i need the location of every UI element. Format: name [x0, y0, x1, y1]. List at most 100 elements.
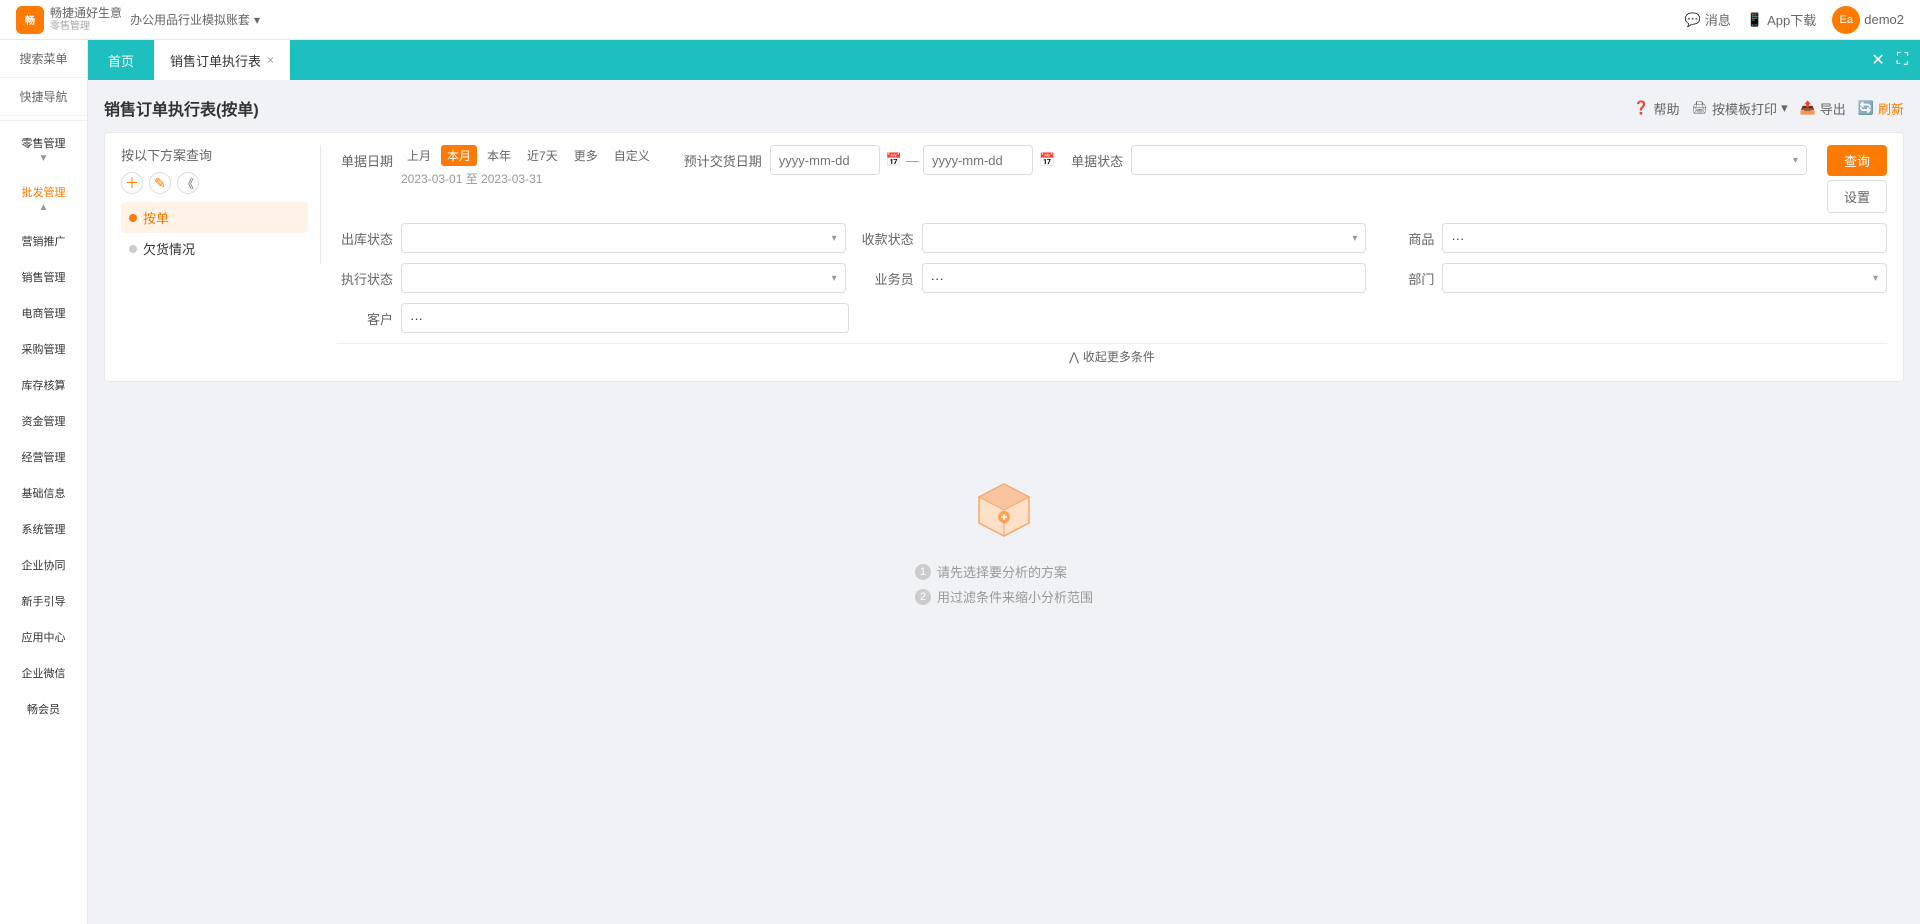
app-download-action[interactable]: 📱 App下载	[1747, 10, 1816, 29]
sidebar-item-retail[interactable]: 零售管理 ▼	[0, 125, 87, 174]
app-download-icon: 📱	[1747, 12, 1763, 28]
salesperson-select[interactable]: ···	[922, 263, 1367, 293]
sidebar-item-purchase[interactable]: 采购管理	[0, 331, 87, 367]
date-btn-last-7[interactable]: 近7天	[521, 145, 564, 166]
scheme-item-debt[interactable]: 欠货情况	[121, 233, 308, 264]
sidebar-item-apps[interactable]: 应用中心	[0, 619, 87, 655]
sidebar-quick-nav[interactable]: 快捷导航	[0, 78, 87, 116]
customer-dots: ···	[410, 311, 423, 326]
dept-select[interactable]: ▾	[1442, 263, 1887, 293]
empty-state: 1 请先选择要分析的方案 2 用过滤条件来缩小分析范围	[104, 394, 1904, 686]
date-quick-btns: 上月 本月 本年 近7天 更多 自定义	[401, 145, 656, 166]
collapse-bar[interactable]: ⋀ 收起更多条件	[337, 343, 1887, 369]
add-scheme-btn[interactable]: ＋	[121, 172, 143, 194]
exec-dropdown-icon: ▾	[832, 273, 837, 284]
expected-date-label: 预计交货日期	[684, 151, 762, 170]
customer-select[interactable]: ···	[401, 303, 849, 333]
scheme-item-by-order[interactable]: 按单	[121, 202, 308, 233]
collapse-scheme-btn[interactable]: 《	[177, 172, 199, 194]
date-btn-more[interactable]: 更多	[568, 145, 604, 166]
shipment-status-select[interactable]: ▾	[401, 223, 846, 253]
filter-section: 按以下方案查询 ＋ ✎ 《 按单 欠货情况	[121, 145, 1887, 369]
sidebar-item-operations[interactable]: 经营管理	[0, 439, 87, 475]
page-title: 销售订单执行表(按单)	[104, 96, 259, 120]
date-range-display: 2023-03-01 至 2023-03-31	[401, 170, 656, 187]
scheme-dot-gray	[129, 245, 137, 253]
sidebar-item-wholesale[interactable]: 批发管理 ▲	[0, 174, 87, 223]
calendar-from-icon[interactable]: 📅	[886, 152, 902, 168]
edit-scheme-btn[interactable]: ✎	[149, 172, 171, 194]
sidebar-item-member[interactable]: 畅会员	[0, 691, 87, 727]
receipt-status-select[interactable]: ▾	[922, 223, 1367, 253]
logo-abbr: 畅	[25, 12, 35, 27]
sidebar-search[interactable]: 搜索菜单	[0, 40, 87, 78]
wholesale-arrow-icon: ▲	[39, 202, 49, 213]
sidebar-item-system[interactable]: 系统管理	[0, 511, 87, 547]
sidebar-item-marketing[interactable]: 营销推广	[0, 223, 87, 259]
filter-scheme-panel: 按以下方案查询 ＋ ✎ 《 按单 欠货情况	[121, 145, 321, 264]
content-area: 首页 销售订单执行表 × ✕ ⛶ 销售订单执行表(按单) ❓ 帮助	[88, 40, 1920, 924]
top-bar: 畅 畅捷通好生意 零售管理 办公用品行业模拟账套 ▾ 💬 消息 📱 App下载 …	[0, 0, 1920, 40]
goods-select[interactable]: ···	[1442, 223, 1887, 253]
date-btn-this-month[interactable]: 本月	[441, 145, 477, 166]
search-button[interactable]: 查询	[1827, 145, 1887, 176]
sidebar-item-sales[interactable]: 销售管理	[0, 259, 87, 295]
date-field-label: 单据日期	[337, 145, 393, 170]
help-action[interactable]: ❓ 帮助	[1633, 99, 1679, 118]
sidebar-item-finance[interactable]: 资金管理	[0, 403, 87, 439]
expected-date-range: 📅 — 📅	[770, 145, 1055, 175]
date-btn-this-year[interactable]: 本年	[481, 145, 517, 166]
page-title-row: 销售订单执行表(按单) ❓ 帮助 🖨 按模板打印 ▾ 📤 导出	[104, 96, 1904, 120]
order-status-select[interactable]: ▾	[1131, 145, 1807, 175]
tab-sales-execution[interactable]: 销售订单执行表 ×	[154, 40, 290, 80]
empty-state-icon	[964, 474, 1044, 554]
print-action[interactable]: 🖨 按模板打印 ▾	[1692, 99, 1788, 118]
filter-row-1: 单据日期 上月 本月 本年 近7天 更多 自定义	[337, 145, 1887, 213]
expected-date-from[interactable]	[770, 145, 880, 175]
page-content: 销售订单执行表(按单) ❓ 帮助 🖨 按模板打印 ▾ 📤 导出	[88, 80, 1920, 924]
empty-hint-1: 1 请先选择要分析的方案	[915, 562, 1093, 581]
collapse-icon: ⋀	[1069, 350, 1079, 364]
goods-label: 商品	[1378, 229, 1434, 248]
sidebar-item-wechat[interactable]: 企业微信	[0, 655, 87, 691]
order-status-label: 单据状态	[1067, 151, 1123, 170]
top-bar-right: 💬 消息 📱 App下载 Ea demo2	[1685, 6, 1904, 34]
window-maximize-icon[interactable]: ⛶	[1893, 47, 1912, 73]
filter-row-3: 执行状态 ▾ 业务员 ···	[337, 263, 1887, 293]
sidebar-item-inventory[interactable]: 库存核算	[0, 367, 87, 403]
logo-area: 畅 畅捷通好生意 零售管理	[16, 6, 122, 34]
shipment-dropdown-icon: ▾	[832, 233, 837, 244]
expected-date-to[interactable]	[923, 145, 1033, 175]
settings-button[interactable]: 设置	[1827, 180, 1887, 213]
date-btn-last-month[interactable]: 上月	[401, 145, 437, 166]
tab-close-icon[interactable]: ×	[267, 53, 274, 67]
filter-panel: 按以下方案查询 ＋ ✎ 《 按单 欠货情况	[104, 132, 1904, 382]
calendar-to-icon[interactable]: 📅	[1039, 152, 1055, 168]
filter-row-4: 客户 ···	[337, 303, 1887, 333]
tab-home[interactable]: 首页	[88, 40, 154, 80]
sidebar-item-basic[interactable]: 基础信息	[0, 475, 87, 511]
sidebar-item-ecommerce[interactable]: 电商管理	[0, 295, 87, 331]
tab-bar: 首页 销售订单执行表 × ✕ ⛶	[88, 40, 1920, 80]
main-layout: 搜索菜单 快捷导航 零售管理 ▼ 批发管理 ▲ 营销推广 销售管理 电商管理 采…	[0, 40, 1920, 924]
export-action[interactable]: 📤 导出	[1800, 99, 1846, 118]
user-profile-action[interactable]: Ea demo2	[1832, 6, 1904, 34]
help-icon: ❓	[1633, 100, 1649, 116]
avatar: Ea	[1832, 6, 1860, 34]
print-icon: 🖨	[1692, 100, 1709, 116]
scheme-dot-orange	[129, 214, 137, 222]
exec-status-select[interactable]: ▾	[401, 263, 846, 293]
company-select[interactable]: 办公用品行业模拟账套 ▾	[130, 11, 260, 28]
top-bar-left: 畅 畅捷通好生意 零售管理 办公用品行业模拟账套 ▾	[16, 6, 260, 34]
logo-icon: 畅	[16, 6, 44, 34]
receipt-status-label: 收款状态	[858, 229, 914, 248]
empty-hint-2: 2 用过滤条件来缩小分析范围	[915, 587, 1093, 606]
sidebar-item-enterprise[interactable]: 企业协同	[0, 547, 87, 583]
date-btn-custom[interactable]: 自定义	[608, 145, 656, 166]
page-title-actions: ❓ 帮助 🖨 按模板打印 ▾ 📤 导出 🔄 刷新	[1633, 99, 1904, 118]
shipment-status-label: 出库状态	[337, 229, 393, 248]
sidebar-item-newbie[interactable]: 新手引导	[0, 583, 87, 619]
refresh-action[interactable]: 🔄 刷新	[1858, 99, 1904, 118]
window-close-icon[interactable]: ✕	[1867, 46, 1888, 74]
message-action[interactable]: 💬 消息	[1685, 10, 1731, 29]
